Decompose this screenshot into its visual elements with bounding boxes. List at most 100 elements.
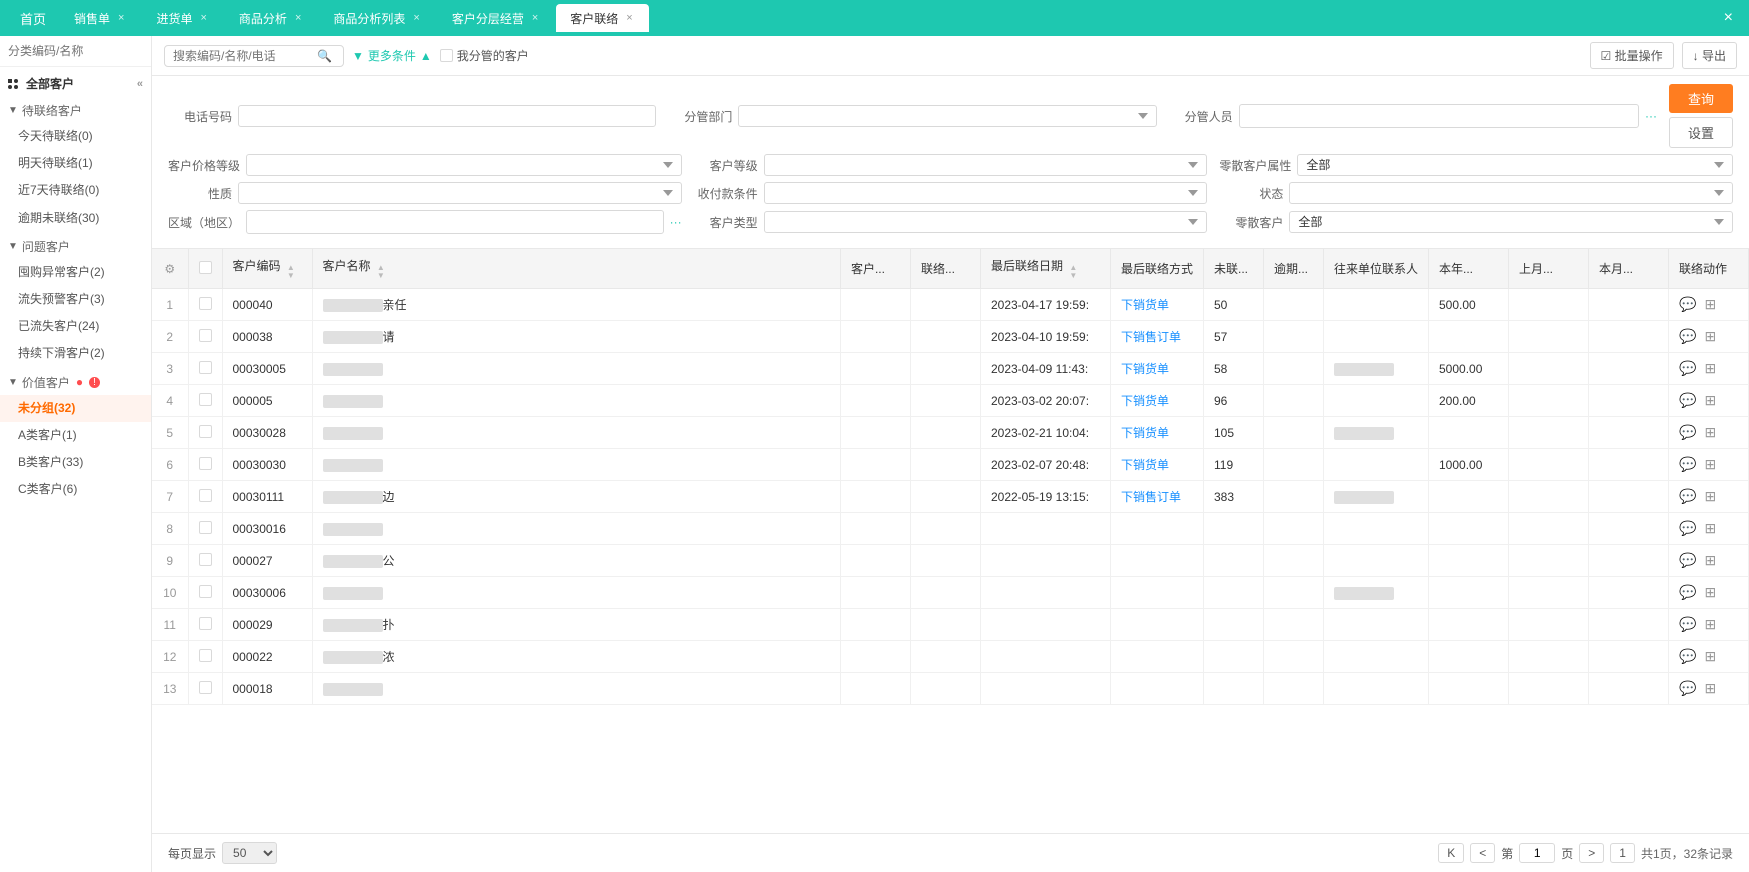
row-check[interactable] (188, 641, 222, 673)
row-checkbox[interactable] (199, 489, 212, 502)
chat-icon[interactable]: 💬 (1679, 680, 1696, 697)
row-check[interactable] (188, 353, 222, 385)
gear-icon[interactable]: ⚙ (164, 262, 175, 276)
price-level-select[interactable] (246, 154, 682, 176)
chat-icon[interactable]: 💬 (1679, 328, 1696, 345)
col-header-name[interactable]: 客户名称 ▲▼ (312, 249, 840, 289)
my-customers-checkbox[interactable]: 我分管的客户 (440, 47, 529, 64)
grid-icon[interactable]: ⊞ (1704, 552, 1716, 569)
lastdate-sort[interactable]: ▲▼ (1069, 264, 1077, 280)
retail-attr-select[interactable]: 全部 (1297, 154, 1733, 176)
search-input[interactable] (173, 49, 313, 63)
grid-icon[interactable]: ⊞ (1704, 424, 1716, 441)
close-segment-tab[interactable]: × (530, 12, 540, 24)
chat-icon[interactable]: 💬 (1679, 392, 1696, 409)
sidebar-item-declining[interactable]: 持续下滑客户(2) (0, 340, 151, 367)
row-check[interactable] (188, 321, 222, 353)
close-sales-tab[interactable]: × (116, 12, 126, 24)
payment-select[interactable] (764, 182, 1208, 204)
phone-input[interactable] (238, 105, 656, 127)
lastway-link[interactable]: 下销货单 (1121, 426, 1169, 440)
sidebar-item-ungroup[interactable]: 未分组(32) (0, 395, 151, 422)
row-check[interactable] (188, 449, 222, 481)
lastway-link[interactable]: 下销货单 (1121, 362, 1169, 376)
col-header-type[interactable]: 客户... (840, 249, 910, 289)
chat-icon[interactable]: 💬 (1679, 424, 1696, 441)
search-icon[interactable]: 🔍 (317, 49, 332, 63)
sidebar-item-abnormal[interactable]: 囤购异常客户(2) (0, 259, 151, 286)
row-check[interactable] (188, 417, 222, 449)
nature-select[interactable] (238, 182, 682, 204)
sidebar-item-class-b[interactable]: B类客户(33) (0, 449, 151, 476)
col-header-thisyear[interactable]: 本年... (1429, 249, 1509, 289)
grid-icon[interactable]: ⊞ (1704, 680, 1716, 697)
col-header-lastway[interactable]: 最后联络方式 (1110, 249, 1203, 289)
query-button[interactable]: 查询 (1669, 84, 1733, 113)
close-contact-tab[interactable]: × (624, 12, 634, 24)
my-customers-check[interactable] (440, 49, 453, 62)
col-header-overdue[interactable]: 逾期... (1263, 249, 1323, 289)
row-checkbox[interactable] (199, 649, 212, 662)
col-header-code[interactable]: 客户编码 ▲▼ (222, 249, 312, 289)
close-product-list-tab[interactable]: × (411, 12, 421, 24)
row-checkbox[interactable] (199, 521, 212, 534)
row-check[interactable] (188, 577, 222, 609)
row-checkbox[interactable] (199, 457, 212, 470)
per-page-select[interactable]: 50 100 (222, 842, 277, 864)
row-checkbox[interactable] (199, 617, 212, 630)
row-checkbox[interactable] (199, 329, 212, 342)
sidebar-item-7days[interactable]: 近7天待联络(0) (0, 177, 151, 204)
export-button[interactable]: ↓ 导出 (1682, 42, 1737, 69)
lastway-link[interactable]: 下销售订单 (1121, 330, 1181, 344)
grid-icon[interactable]: ⊞ (1704, 328, 1716, 345)
row-check[interactable] (188, 385, 222, 417)
col-header-lastdate[interactable]: 最后联络日期 ▲▼ (980, 249, 1110, 289)
col-header-gear[interactable]: ⚙ (152, 249, 188, 289)
tab-product-analysis[interactable]: 商品分析 × (225, 4, 317, 32)
lastway-link[interactable]: 下销货单 (1121, 298, 1169, 312)
col-header-thismonth[interactable]: 本月... (1589, 249, 1669, 289)
col-header-uncontact[interactable]: 未联... (1203, 249, 1263, 289)
col-header-contactperson[interactable]: 往来单位联系人 (1323, 249, 1428, 289)
more-conditions-btn[interactable]: ▼ 更多条件 ▲ (352, 47, 432, 64)
lastway-link[interactable]: 下销货单 (1121, 394, 1169, 408)
grid-icon[interactable]: ⊞ (1704, 584, 1716, 601)
row-checkbox[interactable] (199, 585, 212, 598)
sidebar-item-churned[interactable]: 已流失客户(24) (0, 313, 151, 340)
chat-icon[interactable]: 💬 (1679, 584, 1696, 601)
tab-purchase[interactable]: 进货单 × (142, 4, 222, 32)
chat-icon[interactable]: 💬 (1679, 616, 1696, 633)
chat-icon[interactable]: 💬 (1679, 296, 1696, 313)
tab-customer-contact[interactable]: 客户联络 × (556, 4, 648, 32)
close-product-analysis-tab[interactable]: × (293, 12, 303, 24)
tab-sales[interactable]: 销售单 × (60, 4, 140, 32)
chat-icon[interactable]: 💬 (1679, 520, 1696, 537)
row-check[interactable] (188, 513, 222, 545)
sidebar-collapse-btn[interactable]: « (137, 78, 143, 90)
chat-icon[interactable]: 💬 (1679, 552, 1696, 569)
retail-customer-select[interactable]: 全部 (1289, 211, 1733, 233)
status-select[interactable] (1289, 182, 1733, 204)
row-check[interactable] (188, 609, 222, 641)
sidebar-item-today[interactable]: 今天待联络(0) (0, 123, 151, 150)
grid-icon[interactable]: ⊞ (1704, 520, 1716, 537)
category-search-input[interactable] (8, 44, 152, 58)
sidebar-item-churn-warn[interactable]: 流失预警客户(3) (0, 286, 151, 313)
customer-level-select[interactable] (764, 154, 1208, 176)
chat-icon[interactable]: 💬 (1679, 456, 1696, 473)
home-tab[interactable]: 首页 (8, 9, 58, 28)
manager-dotdot[interactable]: ··· (1645, 109, 1657, 123)
dept-select[interactable] (738, 105, 1156, 127)
row-checkbox[interactable] (199, 553, 212, 566)
prev-page-btn[interactable]: < (1470, 843, 1495, 863)
grid-icon[interactable]: ⊞ (1704, 616, 1716, 633)
row-check[interactable] (188, 289, 222, 321)
chat-icon[interactable]: 💬 (1679, 648, 1696, 665)
lastway-link[interactable]: 下销货单 (1121, 458, 1169, 472)
sidebar-item-overdue[interactable]: 逾期未联络(30) (0, 205, 151, 232)
col-header-check[interactable] (188, 249, 222, 289)
grid-icon[interactable]: ⊞ (1704, 648, 1716, 665)
row-checkbox[interactable] (199, 361, 212, 374)
next-page-btn[interactable]: > (1579, 843, 1604, 863)
row-checkbox[interactable] (199, 393, 212, 406)
